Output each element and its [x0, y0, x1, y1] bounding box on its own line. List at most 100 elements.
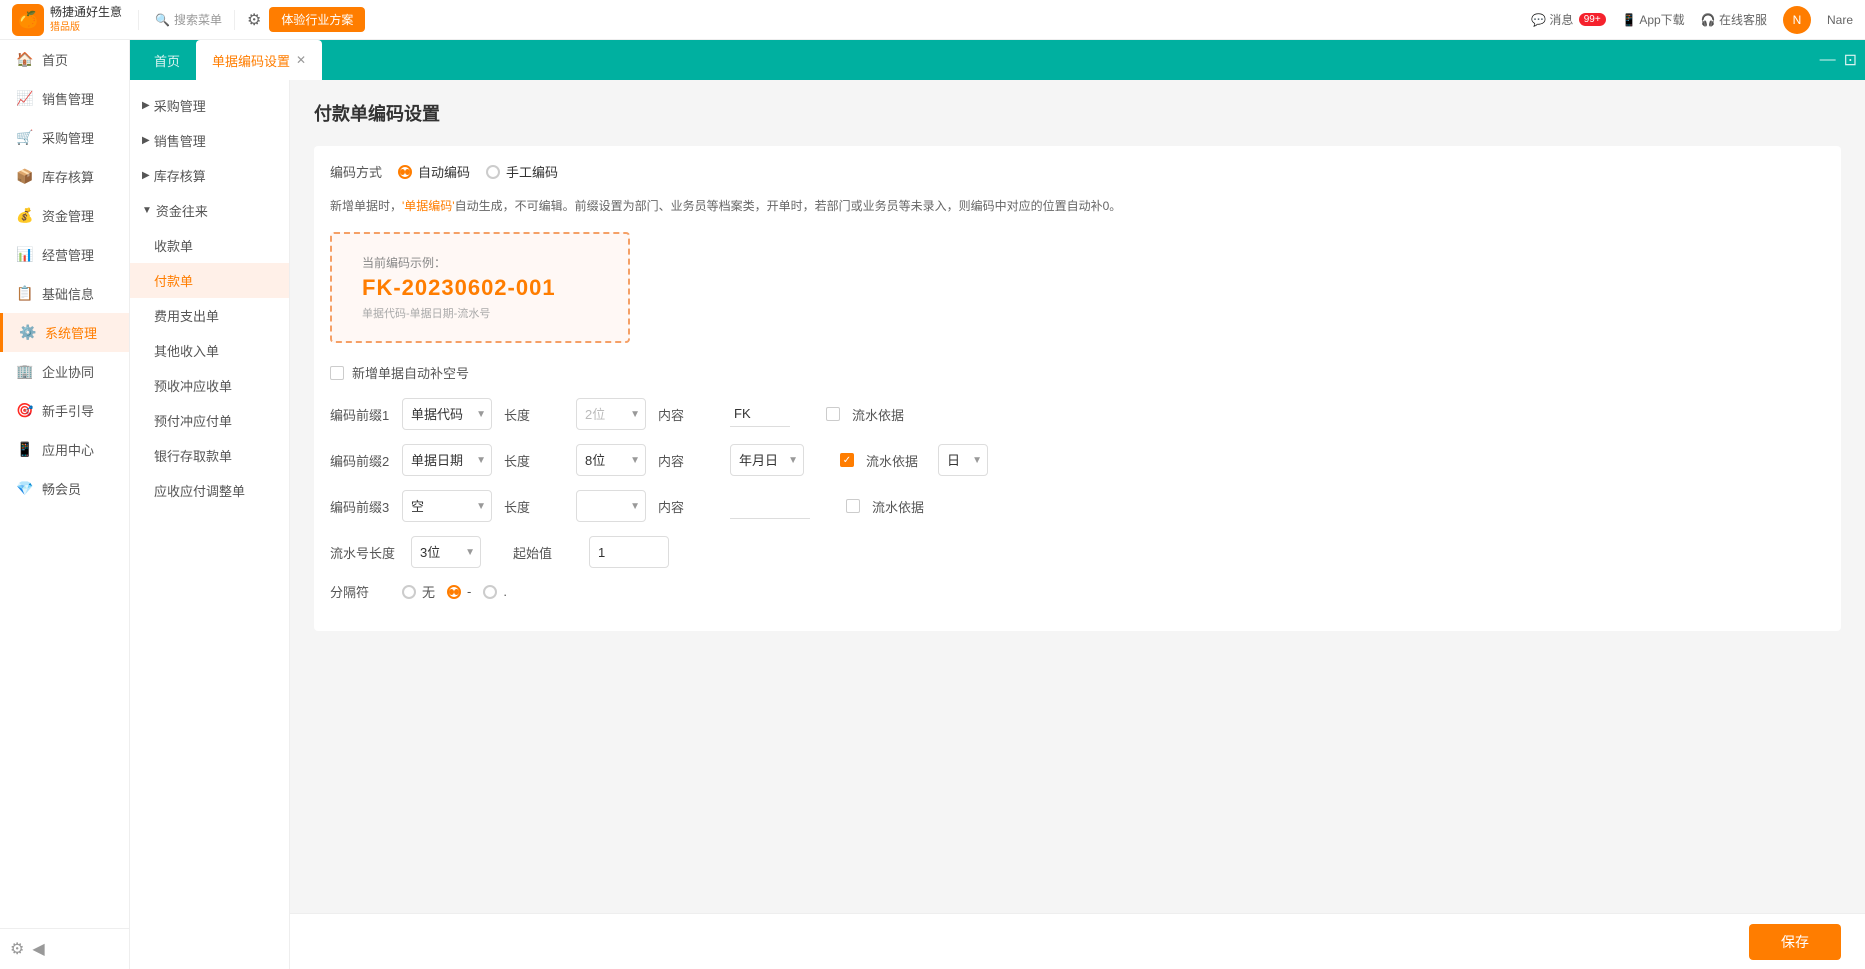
- prefix2-label: 编码前缀2: [330, 451, 390, 470]
- radio-auto[interactable]: 自动编码: [398, 162, 470, 181]
- prefix3-length-wrapper: ▼: [576, 490, 646, 522]
- arrow-right-icon3: ▶: [142, 170, 150, 181]
- sidebar-item-member[interactable]: 💎 畅会员: [0, 469, 129, 508]
- prefix2-serial-label: 流水依据: [866, 451, 918, 470]
- brand-name: 畅捷通好生意: [50, 5, 122, 21]
- tab-maximize-icon[interactable]: ⊡: [1844, 50, 1857, 70]
- serial-length-select[interactable]: 3位: [411, 536, 481, 568]
- sidebar-item-newbie[interactable]: 🎯 新手引导: [0, 391, 129, 430]
- main-layout: 🏠 首页 📈 销售管理 🛒 采购管理 📦 库存核算 💰 资金管理 📊 经营管理 …: [0, 40, 1865, 969]
- prefix2-period-select[interactable]: 日 月 年: [938, 444, 988, 476]
- download-btn[interactable]: 📱 App下载: [1622, 11, 1685, 28]
- trial-btn[interactable]: 体验行业方案: [269, 7, 365, 32]
- sidebar-item-basic[interactable]: 📋 基础信息: [0, 274, 129, 313]
- sidebar-item-sales[interactable]: 📈 销售管理: [0, 79, 129, 118]
- left-nav-item-prepay-recv[interactable]: 预收冲应收单: [130, 368, 289, 403]
- tab-home-label: 首页: [154, 51, 180, 70]
- prefix2-length-wrapper: 8位 ▼: [576, 444, 646, 476]
- sidebar-label-finance: 资金管理: [42, 206, 94, 225]
- brand: 🍊 畅捷通好生意 猎品版: [12, 4, 122, 36]
- code-preview-label: 当前编码示例：: [362, 254, 598, 271]
- brand-text: 畅捷通好生意 猎品版: [50, 5, 122, 34]
- prefix2-serial-checkbox[interactable]: ✓: [840, 453, 854, 467]
- left-nav-item-arap-adj[interactable]: 应收应付调整单: [130, 473, 289, 508]
- user-name: Nare: [1827, 13, 1853, 27]
- sidebar-label-company: 企业协同: [42, 362, 94, 381]
- prefix3-length-select[interactable]: [576, 490, 646, 522]
- sep-dot-label: .: [503, 584, 507, 599]
- prefix2-period-wrapper: 日 月 年 ▼: [938, 444, 988, 476]
- tab-minimize-icon[interactable]: —: [1820, 51, 1836, 69]
- prefix1-select[interactable]: 单据代码: [402, 398, 492, 430]
- start-value-input[interactable]: [589, 536, 669, 568]
- prefix3-content-label: 内容: [658, 497, 718, 516]
- sidebar-settings-icon[interactable]: ⚙: [10, 939, 24, 959]
- right-side: 首页 单据编码设置 ✕ — ⊡ ▶ 采购管理: [130, 40, 1865, 969]
- prefix1-length-select[interactable]: 2位: [576, 398, 646, 430]
- support-btn[interactable]: 🎧 在线客服: [1701, 11, 1767, 28]
- save-button[interactable]: 保存: [1749, 924, 1841, 960]
- message-btn[interactable]: 💬 消息 99+: [1531, 11, 1606, 28]
- prefix1-serial-label: 流水依据: [852, 405, 904, 424]
- settings-icon[interactable]: ⚙: [247, 10, 261, 30]
- left-nav-item-receipt[interactable]: 收款单: [130, 228, 289, 263]
- sep-radio-dot[interactable]: .: [483, 584, 507, 599]
- coding-card: 编码方式 自动编码 手工编码: [314, 146, 1841, 631]
- sep-radio-none[interactable]: 无: [402, 582, 435, 601]
- sep-none-label: 无: [422, 582, 435, 601]
- left-nav-header-sales[interactable]: ▶ 销售管理: [130, 123, 289, 158]
- sidebar-label-purchase: 采购管理: [42, 128, 94, 147]
- user-avatar[interactable]: N: [1783, 6, 1811, 34]
- sidebar-label-sales: 销售管理: [42, 89, 94, 108]
- sidebar-item-company[interactable]: 🏢 企业协同: [0, 352, 129, 391]
- coding-method-row: 编码方式 自动编码 手工编码: [330, 162, 1825, 181]
- left-nav-item-payment[interactable]: 付款单: [130, 263, 289, 298]
- prefix3-select[interactable]: 空: [402, 490, 492, 522]
- prefix3-length-label: 长度: [504, 497, 564, 516]
- search-icon: 🔍: [155, 13, 170, 27]
- left-nav-item-bank[interactable]: 银行存取款单: [130, 438, 289, 473]
- sidebar-item-home[interactable]: 🏠 首页: [0, 40, 129, 79]
- tab-coding[interactable]: 单据编码设置 ✕: [196, 40, 322, 80]
- radio-manual[interactable]: 手工编码: [486, 162, 558, 181]
- arrow-right-icon: ▶: [142, 100, 150, 111]
- left-nav-item-expense[interactable]: 费用支出单: [130, 298, 289, 333]
- sidebar-item-finance[interactable]: 💰 资金管理: [0, 196, 129, 235]
- left-nav-header-purchase[interactable]: ▶ 采购管理: [130, 88, 289, 123]
- company-icon: 🏢: [16, 363, 34, 381]
- prefix1-serial-checkbox[interactable]: [826, 407, 840, 421]
- left-nav-header-inventory[interactable]: ▶ 库存核算: [130, 158, 289, 193]
- sidebar-item-system[interactable]: ⚙️ 系统管理: [0, 313, 129, 352]
- prefix-row-1: 编码前缀1 单据代码 ▼ 长度 2位: [330, 398, 1825, 430]
- prefix2-length-select[interactable]: 8位: [576, 444, 646, 476]
- prefix2-content-select[interactable]: 年月日: [730, 444, 804, 476]
- prefix2-length-label: 长度: [504, 451, 564, 470]
- sidebar-item-inventory[interactable]: 📦 库存核算: [0, 157, 129, 196]
- left-nav-purchase: ▶ 采购管理: [130, 88, 289, 123]
- tab-home[interactable]: 首页: [138, 40, 196, 80]
- left-nav-header-funds[interactable]: ▼ 资金往来: [130, 193, 289, 228]
- sidebar-item-purchase[interactable]: 🛒 采购管理: [0, 118, 129, 157]
- auto-fill-checkbox[interactable]: [330, 366, 344, 380]
- brand-icon: 🍊: [12, 4, 44, 36]
- sep-radio-dash[interactable]: -: [447, 584, 471, 599]
- separator-row: 分隔符 无 - .: [330, 582, 1825, 601]
- left-nav-item-prepay-pay[interactable]: 预付冲应付单: [130, 403, 289, 438]
- finance-icon: 💰: [16, 207, 34, 225]
- sidebar-collapse-icon[interactable]: ◀: [32, 939, 44, 959]
- sidebar-item-apps[interactable]: 📱 应用中心: [0, 430, 129, 469]
- prefix3-content-input[interactable]: [730, 493, 810, 519]
- left-nav-item-other-income[interactable]: 其他收入单: [130, 333, 289, 368]
- operation-icon: 📊: [16, 246, 34, 264]
- coding-method-radio-group: 自动编码 手工编码: [398, 162, 558, 181]
- prefix1-content-input[interactable]: [730, 401, 790, 427]
- sidebar-item-operation[interactable]: 📊 经营管理: [0, 235, 129, 274]
- sep-radio-dash-btn: [447, 585, 461, 599]
- top-bar-right: 💬 消息 99+ 📱 App下载 🎧 在线客服 N Nare: [1531, 6, 1853, 34]
- search-trigger[interactable]: 🔍 搜索菜单: [155, 11, 222, 28]
- message-badge: 99+: [1579, 13, 1606, 26]
- prefix2-select[interactable]: 单据日期: [402, 444, 492, 476]
- prefix2-content-wrapper: 年月日 ▼: [730, 444, 804, 476]
- prefix3-serial-checkbox[interactable]: [846, 499, 860, 513]
- tab-close-icon[interactable]: ✕: [296, 53, 306, 67]
